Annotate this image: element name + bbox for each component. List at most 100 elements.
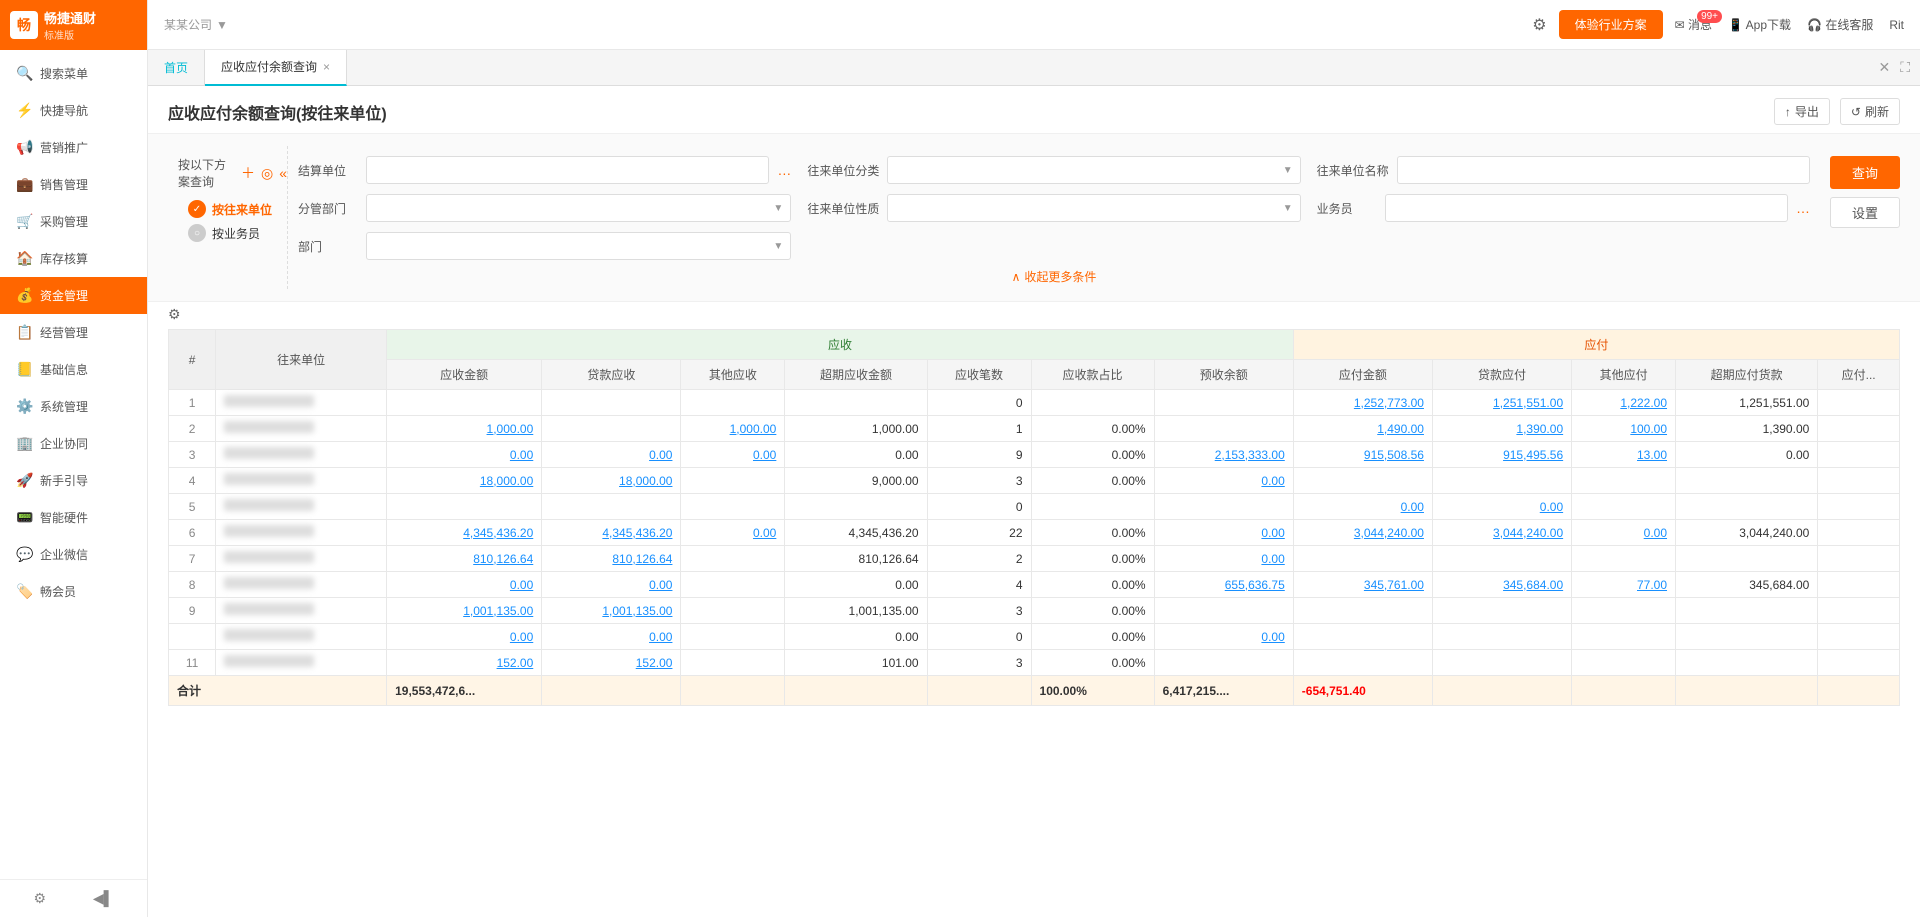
cell[interactable]: 0.00 bbox=[1572, 520, 1676, 546]
cell[interactable]: 0.00 bbox=[681, 442, 785, 468]
collapse-more-btn[interactable]: ∧ 收起更多条件 bbox=[298, 264, 1810, 289]
cell[interactable]: 0.00 bbox=[542, 624, 681, 650]
cell[interactable]: 0.00 bbox=[1154, 520, 1293, 546]
cell[interactable]: 0.00 bbox=[1154, 468, 1293, 494]
scheme-by-unit[interactable]: ✓ 按往来单位 bbox=[188, 200, 287, 218]
sidebar-item-search-menu[interactable]: 🔍搜索菜单 bbox=[0, 55, 147, 92]
sidebar-item-operations[interactable]: 📋经营管理 bbox=[0, 314, 147, 351]
service-icon: 🎧 bbox=[1807, 18, 1822, 32]
cell[interactable]: 0.00 bbox=[1154, 546, 1293, 572]
field-select-unit-category[interactable] bbox=[887, 156, 1300, 184]
refresh-btn[interactable]: ↺ 刷新 bbox=[1840, 98, 1900, 125]
cell[interactable]: 100.00 bbox=[1572, 416, 1676, 442]
cell[interactable]: 4,345,436.20 bbox=[387, 520, 542, 546]
field-select-department[interactable] bbox=[366, 232, 791, 260]
sidebar-item-quick-nav[interactable]: ⚡快捷导航 bbox=[0, 92, 147, 129]
export-btn[interactable]: ↑ 导出 bbox=[1774, 98, 1830, 125]
topbar-settings-icon[interactable]: ⚙ bbox=[1532, 15, 1546, 35]
collapse-scheme-icon[interactable]: « bbox=[279, 165, 287, 181]
cell[interactable]: 152.00 bbox=[542, 650, 681, 676]
cell[interactable]: 345,761.00 bbox=[1293, 572, 1432, 598]
field-dots-salesperson[interactable]: … bbox=[1796, 200, 1810, 216]
cell[interactable]: 0.00 bbox=[1154, 624, 1293, 650]
set-btn[interactable]: 设置 bbox=[1830, 197, 1900, 228]
sidebar-item-purchase[interactable]: 🛒采购管理 bbox=[0, 203, 147, 240]
cell[interactable]: 152.00 bbox=[387, 650, 542, 676]
industry-btn[interactable]: 体验行业方案 bbox=[1559, 10, 1663, 39]
cell: 0.00% bbox=[1031, 416, 1154, 442]
cell[interactable]: 18,000.00 bbox=[387, 468, 542, 494]
sidebar-item-inventory[interactable]: 🏠库存核算 bbox=[0, 240, 147, 277]
footer-label: 合计 bbox=[169, 676, 387, 706]
cell[interactable]: 1,000.00 bbox=[387, 416, 542, 442]
cell[interactable]: 0.00 bbox=[681, 520, 785, 546]
filter-field-salesperson: 业务员 … bbox=[1317, 194, 1810, 222]
sidebar-item-system[interactable]: ⚙️系统管理 bbox=[0, 388, 147, 425]
cell[interactable]: 345,684.00 bbox=[1432, 572, 1571, 598]
cell[interactable]: 1,251,551.00 bbox=[1432, 390, 1571, 416]
cell[interactable]: 1,000.00 bbox=[681, 416, 785, 442]
add-scheme-icon[interactable]: ＋ bbox=[241, 163, 255, 183]
cell[interactable]: 810,126.64 bbox=[542, 546, 681, 572]
sidebar-item-capital[interactable]: 💰资金管理 bbox=[0, 277, 147, 314]
cell[interactable]: 810,126.64 bbox=[387, 546, 542, 572]
app-download[interactable]: 📱 App下载 bbox=[1728, 16, 1791, 33]
sidebar-item-member[interactable]: 🏷️畅会员 bbox=[0, 573, 147, 610]
sidebar-item-beginner[interactable]: 🚀新手引导 bbox=[0, 462, 147, 499]
query-btn-group: 查询 设置 bbox=[1820, 146, 1900, 228]
field-input-settlement[interactable] bbox=[366, 156, 769, 184]
cell[interactable]: 3,044,240.00 bbox=[1432, 520, 1571, 546]
cell[interactable]: 1,222.00 bbox=[1572, 390, 1676, 416]
table-settings-icon[interactable]: ⚙ bbox=[168, 306, 181, 323]
field-select-dept[interactable] bbox=[366, 194, 791, 222]
col-unit: 往来单位 bbox=[216, 330, 387, 390]
cell[interactable]: 915,508.56 bbox=[1293, 442, 1432, 468]
cell[interactable]: 3,044,240.00 bbox=[1293, 520, 1432, 546]
sidebar-item-sales[interactable]: 💼销售管理 bbox=[0, 166, 147, 203]
cell[interactable]: 0.00 bbox=[387, 624, 542, 650]
sidebar-item-wechat[interactable]: 💬企业微信 bbox=[0, 536, 147, 573]
sidebar-item-hardware[interactable]: 📟智能硬件 bbox=[0, 499, 147, 536]
sidebar-collapse-icon[interactable]: ◀▌ bbox=[93, 890, 114, 907]
cell[interactable]: 0.00 bbox=[387, 442, 542, 468]
query-btn[interactable]: 查询 bbox=[1830, 156, 1900, 189]
cell[interactable]: 1,001,135.00 bbox=[542, 598, 681, 624]
cell[interactable]: 0.00 bbox=[1432, 494, 1571, 520]
online-service[interactable]: 🎧 在线客服 bbox=[1807, 16, 1873, 33]
message-badge[interactable]: ✉ 消息 99+ bbox=[1675, 16, 1712, 33]
sidebar-settings-icon[interactable]: ⚙ bbox=[33, 890, 46, 907]
cell[interactable]: 4,345,436.20 bbox=[542, 520, 681, 546]
tab-ar-ap[interactable]: 应收应付余额查询 × bbox=[205, 50, 347, 86]
field-input-salesperson[interactable] bbox=[1385, 194, 1788, 222]
edit-scheme-icon[interactable]: ◎ bbox=[261, 165, 273, 182]
cell[interactable]: 655,636.75 bbox=[1154, 572, 1293, 598]
cell-index: 8 bbox=[169, 572, 216, 598]
sidebar-item-enterprise[interactable]: 🏢企业协同 bbox=[0, 425, 147, 462]
cell-unit bbox=[216, 598, 387, 624]
tab-ar-ap-close[interactable]: × bbox=[323, 60, 330, 74]
cell[interactable]: 0.00 bbox=[387, 572, 542, 598]
close-window-icon[interactable]: ✕ bbox=[1878, 59, 1890, 76]
sidebar-item-basic-info[interactable]: 📒基础信息 bbox=[0, 351, 147, 388]
user-name[interactable]: Rit bbox=[1889, 18, 1904, 32]
field-select-unit-nature[interactable] bbox=[887, 194, 1300, 222]
scheme-by-employee[interactable]: ○ 按业务员 bbox=[188, 224, 287, 242]
cell[interactable]: 1,490.00 bbox=[1293, 416, 1432, 442]
tab-home[interactable]: 首页 bbox=[148, 50, 205, 86]
cell[interactable]: 0.00 bbox=[542, 572, 681, 598]
cell[interactable]: 0.00 bbox=[542, 442, 681, 468]
cell[interactable]: 0.00 bbox=[1293, 494, 1432, 520]
cell bbox=[542, 390, 681, 416]
cell[interactable]: 13.00 bbox=[1572, 442, 1676, 468]
cell[interactable]: 915,495.56 bbox=[1432, 442, 1571, 468]
maximize-window-icon[interactable]: ⛶ bbox=[1900, 59, 1910, 76]
cell[interactable]: 1,252,773.00 bbox=[1293, 390, 1432, 416]
cell[interactable]: 1,001,135.00 bbox=[387, 598, 542, 624]
cell[interactable]: 77.00 bbox=[1572, 572, 1676, 598]
field-dots-settlement[interactable]: … bbox=[777, 162, 791, 178]
cell[interactable]: 1,390.00 bbox=[1432, 416, 1571, 442]
field-input-unit-name[interactable] bbox=[1397, 156, 1810, 184]
cell[interactable]: 2,153,333.00 bbox=[1154, 442, 1293, 468]
sidebar-item-marketing[interactable]: 📢营销推广 bbox=[0, 129, 147, 166]
cell[interactable]: 18,000.00 bbox=[542, 468, 681, 494]
